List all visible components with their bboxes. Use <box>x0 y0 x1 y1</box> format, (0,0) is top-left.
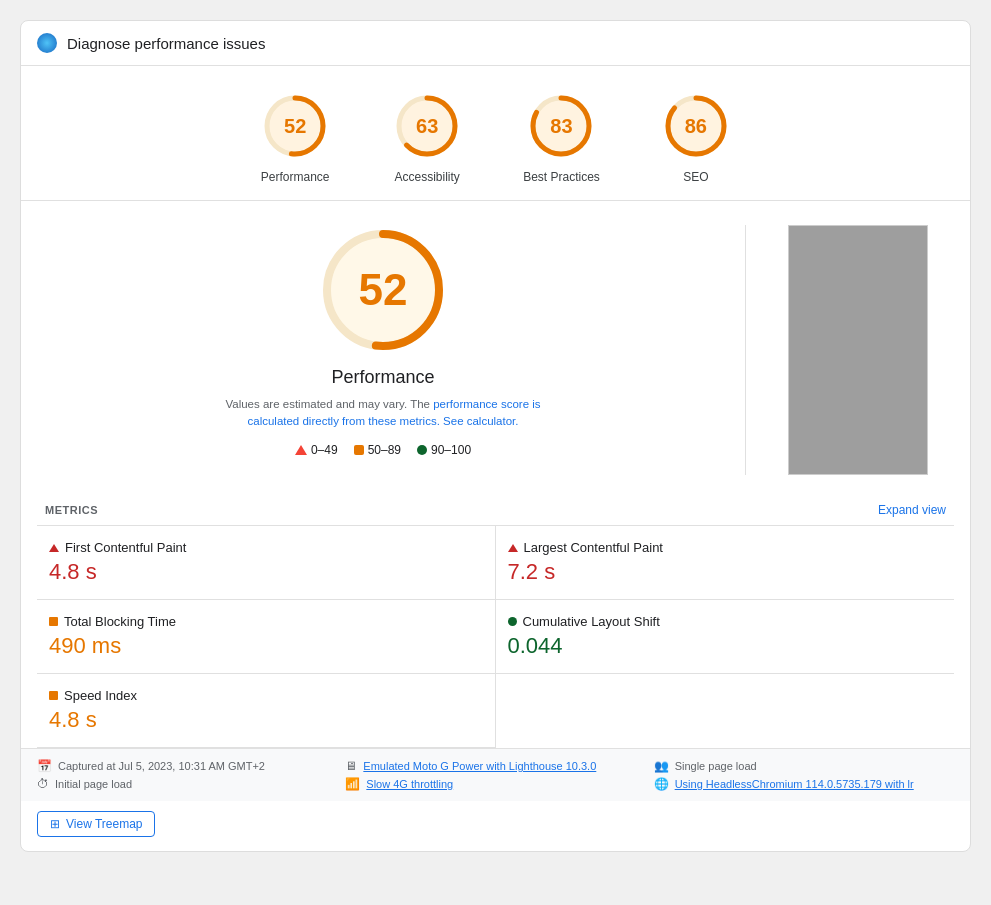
legend: 0–49 50–89 90–100 <box>295 443 471 457</box>
footer-icon-1: 🖥 <box>345 759 357 773</box>
header-title: Diagnose performance issues <box>67 35 265 52</box>
screenshot-preview <box>788 225 928 475</box>
footer-link-4[interactable]: Slow 4G throttling <box>366 778 453 790</box>
metric-top-si: Speed Index <box>49 688 487 703</box>
score-value-accessibility: 63 <box>416 115 438 138</box>
metric-top-cls: Cumulative Layout Shift <box>508 614 947 629</box>
footer-text-2: Single page load <box>675 760 757 772</box>
red-triangle-icon <box>508 544 518 552</box>
view-treemap-button[interactable]: ⊞ View Treemap <box>37 811 155 837</box>
score-label-performance: Performance <box>261 170 330 184</box>
right-panel <box>746 225 946 475</box>
score-item-seo[interactable]: 86 SEO <box>660 90 732 184</box>
green-dot-icon <box>508 617 517 626</box>
metric-name-si: Speed Index <box>64 688 137 703</box>
legend-green-label: 90–100 <box>431 443 471 457</box>
score-circle-seo: 86 <box>660 90 732 162</box>
calculator-link[interactable]: See calculator. <box>443 415 518 427</box>
score-value-performance: 52 <box>284 115 306 138</box>
metric-top-lcp: Largest Contentful Paint <box>508 540 947 555</box>
square-icon <box>354 445 364 455</box>
footer-icon-2: 👥 <box>654 759 669 773</box>
scores-bar: 52 Performance 63 Accessibility 83 Best … <box>21 66 970 201</box>
score-circle-accessibility: 63 <box>391 90 463 162</box>
metric-value-fcp: 4.8 s <box>49 559 487 585</box>
footer-link-1[interactable]: Emulated Moto G Power with Lighthouse 10… <box>363 760 596 772</box>
footer-icon-5: 🌐 <box>654 777 669 791</box>
footer-text-3: Initial page load <box>55 778 132 790</box>
footer-icon-0: 📅 <box>37 759 52 773</box>
performance-title: Performance <box>331 367 434 388</box>
metrics-grid: First Contentful Paint 4.8 s Largest Con… <box>37 525 954 748</box>
metric-name-lcp: Largest Contentful Paint <box>524 540 663 555</box>
metric-item-si: Speed Index 4.8 s <box>37 674 496 748</box>
perf-note: Values are estimated and may vary. The p… <box>203 396 563 431</box>
metric-top-tbt: Total Blocking Time <box>49 614 487 629</box>
score-circle-performance: 52 <box>259 90 331 162</box>
header: Diagnose performance issues <box>21 21 970 66</box>
legend-orange: 50–89 <box>354 443 401 457</box>
footer-info: 📅 Captured at Jul 5, 2023, 10:31 AM GMT+2… <box>21 748 970 801</box>
score-value-best-practices: 83 <box>550 115 572 138</box>
metric-name-tbt: Total Blocking Time <box>64 614 176 629</box>
metric-value-cls: 0.044 <box>508 633 947 659</box>
score-label-accessibility: Accessibility <box>394 170 459 184</box>
footer-item-5: 🌐 Using HeadlessChromium 114.0.5735.179 w… <box>654 777 954 791</box>
metric-item-cls: Cumulative Layout Shift 0.044 <box>496 600 955 674</box>
circle-icon <box>417 445 427 455</box>
score-item-accessibility[interactable]: 63 Accessibility <box>391 90 463 184</box>
score-item-best-practices[interactable]: 83 Best Practices <box>523 90 600 184</box>
orange-square-icon <box>49 691 58 700</box>
footer-icon-4: 📶 <box>345 777 360 791</box>
metrics-label: METRICS <box>45 504 98 516</box>
big-score-circle: 52 <box>318 225 448 355</box>
legend-red: 0–49 <box>295 443 338 457</box>
footer-item-4: 📶 Slow 4G throttling <box>345 777 645 791</box>
score-value-seo: 86 <box>685 115 707 138</box>
score-circle-best-practices: 83 <box>525 90 597 162</box>
metric-item-tbt: Total Blocking Time 490 ms <box>37 600 496 674</box>
orange-square-icon <box>49 617 58 626</box>
left-panel: 52 Performance Values are estimated and … <box>45 225 746 475</box>
footer-item-3: ⏱ Initial page load <box>37 777 337 791</box>
expand-view-button[interactable]: Expand view <box>878 503 946 517</box>
metric-value-tbt: 490 ms <box>49 633 487 659</box>
legend-orange-label: 50–89 <box>368 443 401 457</box>
metric-top-fcp: First Contentful Paint <box>49 540 487 555</box>
metric-item-lcp: Largest Contentful Paint 7.2 s <box>496 526 955 600</box>
treemap-icon: ⊞ <box>50 817 60 831</box>
score-label-best-practices: Best Practices <box>523 170 600 184</box>
footer-item-2: 👥 Single page load <box>654 759 954 773</box>
metrics-section: METRICS Expand view First Contentful Pai… <box>21 491 970 748</box>
legend-green: 90–100 <box>417 443 471 457</box>
footer-item-1: 🖥 Emulated Moto G Power with Lighthouse 1… <box>345 759 645 773</box>
metric-value-si: 4.8 s <box>49 707 487 733</box>
perf-note-text: Values are estimated and may vary. The <box>225 398 433 410</box>
footer-item-0: 📅 Captured at Jul 5, 2023, 10:31 AM GMT+2 <box>37 759 337 773</box>
content-area: 52 Performance Values are estimated and … <box>21 201 970 491</box>
score-item-performance[interactable]: 52 Performance <box>259 90 331 184</box>
main-card: Diagnose performance issues 52 Performan… <box>20 20 971 852</box>
treemap-label: View Treemap <box>66 817 142 831</box>
red-triangle-icon <box>49 544 59 552</box>
footer-icon-3: ⏱ <box>37 777 49 791</box>
big-score-value: 52 <box>359 265 408 315</box>
metric-value-lcp: 7.2 s <box>508 559 947 585</box>
header-icon <box>37 33 57 53</box>
metrics-header: METRICS Expand view <box>37 491 954 525</box>
metric-name-fcp: First Contentful Paint <box>65 540 186 555</box>
footer-text-0: Captured at Jul 5, 2023, 10:31 AM GMT+2 <box>58 760 265 772</box>
triangle-icon <box>295 445 307 455</box>
metric-name-cls: Cumulative Layout Shift <box>523 614 660 629</box>
score-label-seo: SEO <box>683 170 708 184</box>
metric-item-fcp: First Contentful Paint 4.8 s <box>37 526 496 600</box>
view-treemap-section: ⊞ View Treemap <box>21 801 970 851</box>
legend-red-label: 0–49 <box>311 443 338 457</box>
footer-link-5[interactable]: Using HeadlessChromium 114.0.5735.179 wi… <box>675 778 914 790</box>
